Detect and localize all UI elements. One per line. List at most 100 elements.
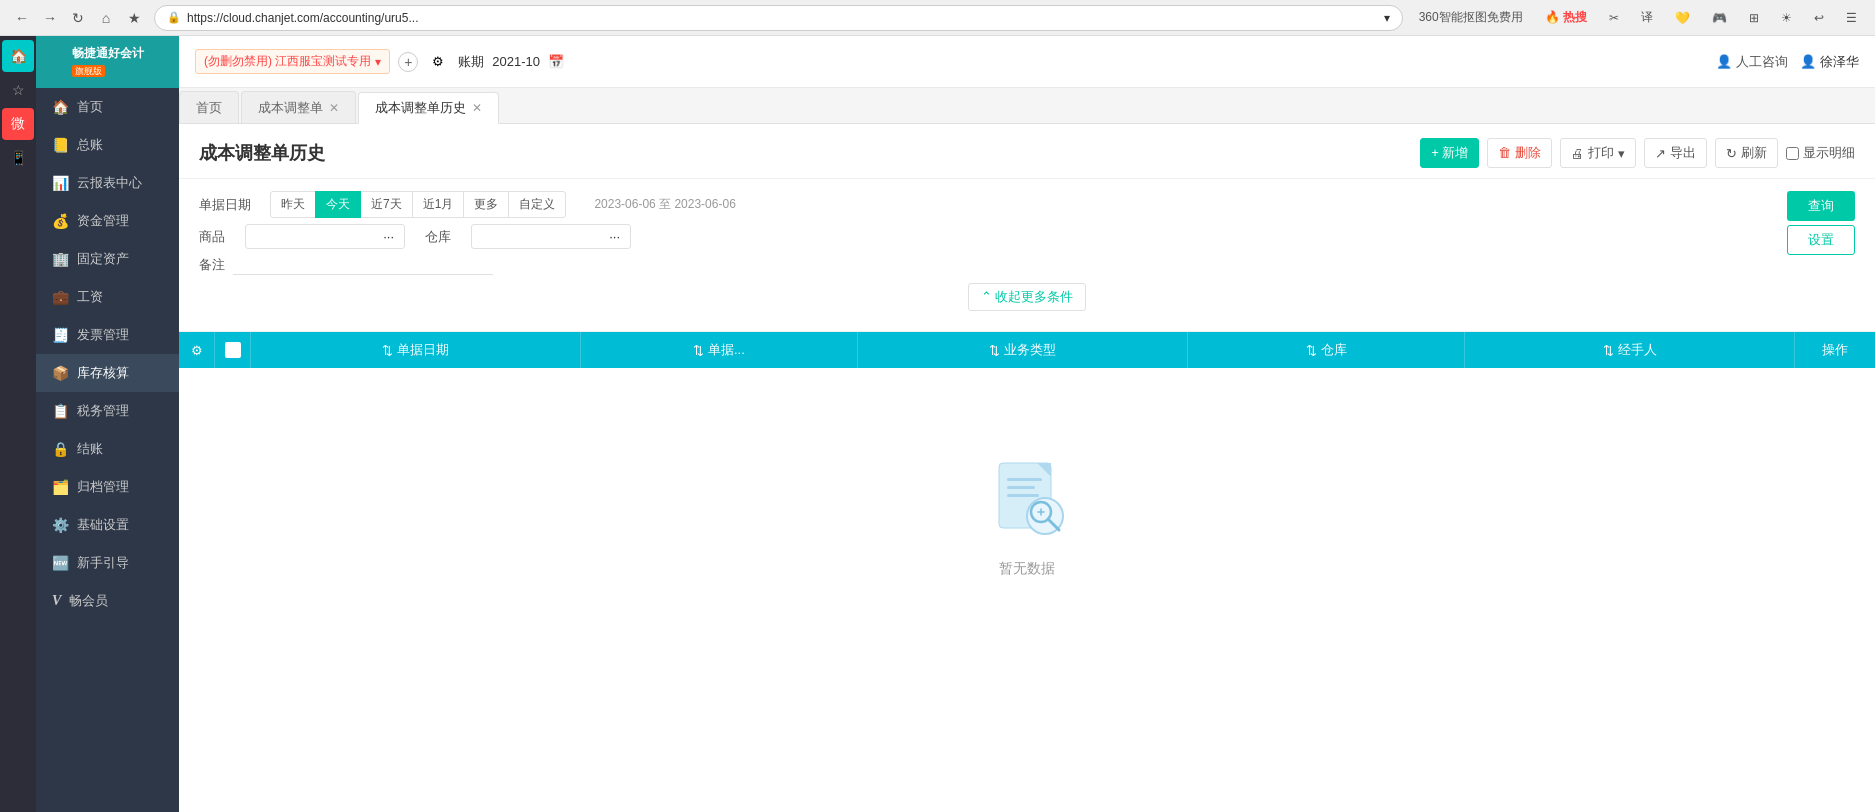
sidebar-item-closing[interactable]: 🔒 结账	[36, 430, 179, 468]
invoice-icon: 🧾	[52, 327, 69, 343]
th-no[interactable]: ⇅ 单据...	[581, 332, 859, 368]
sidebar-item-fixed-assets[interactable]: 🏢 固定资产	[36, 240, 179, 278]
gear-column-icon: ⚙	[191, 343, 203, 358]
iconbar-star[interactable]: ☆	[2, 74, 34, 106]
export-button[interactable]: ↗ 导出	[1644, 138, 1707, 168]
sidebar-label-fixed-assets: 固定资产	[77, 250, 129, 268]
th-gear[interactable]: ⚙	[179, 332, 215, 368]
page-title: 成本调整单历史	[199, 141, 325, 165]
sidebar-item-funds[interactable]: 💰 资金管理	[36, 202, 179, 240]
tax-icon: 📋	[52, 403, 69, 419]
sidebar-item-vip[interactable]: V 畅会员	[36, 582, 179, 620]
show-cols-checkbox-label[interactable]: 显示明细	[1786, 144, 1855, 162]
forward-button[interactable]: →	[38, 6, 62, 30]
print-label: 打印	[1588, 144, 1614, 162]
sort-operator-icon: ⇅	[1603, 343, 1614, 358]
sidebar-item-salary[interactable]: 💼 工资	[36, 278, 179, 316]
goods-dropdown[interactable]: ···	[245, 224, 405, 249]
sidebar-label-ledger: 总账	[77, 136, 103, 154]
company-selector[interactable]: (勿删勿禁用) 江西服宝测试专用 ▾	[195, 49, 390, 74]
tab-home[interactable]: 首页	[179, 91, 239, 123]
sidebar-item-reports[interactable]: 📊 云报表中心	[36, 164, 179, 202]
delete-button[interactable]: 🗑 删除	[1487, 138, 1552, 168]
th-operator-label: 经手人	[1618, 341, 1657, 359]
note-input[interactable]	[233, 255, 493, 275]
th-operator[interactable]: ⇅ 经手人	[1465, 332, 1795, 368]
tab-cost-adjust-close[interactable]: ✕	[329, 101, 339, 115]
filter-action-btns: 查询 设置	[1787, 191, 1855, 255]
sidebar-label-salary: 工资	[77, 288, 103, 306]
top-bar: (勿删勿禁用) 江西服宝测试专用 ▾ + ⚙ 账期 2021-10 📅 👤 人工…	[179, 36, 1875, 88]
scissors-tool[interactable]: ✂	[1601, 9, 1627, 27]
date-btn-yesterday[interactable]: 昨天	[270, 191, 316, 218]
header-checkbox[interactable]	[225, 342, 241, 358]
tab-home-label: 首页	[196, 99, 222, 117]
theme-tool[interactable]: ☀	[1773, 9, 1800, 27]
translate-tool[interactable]: 译	[1633, 7, 1661, 28]
collapse-button[interactable]: ⌃ 收起更多条件	[968, 283, 1087, 311]
icon-bar: 🏠 ☆ 微 📱	[0, 36, 36, 812]
vip-icon: V	[52, 593, 61, 609]
history-tool[interactable]: ↩	[1806, 9, 1832, 27]
date-btn-custom[interactable]: 自定义	[508, 191, 566, 218]
customer-service-button[interactable]: 👤 人工咨询	[1716, 53, 1788, 71]
apps-tool[interactable]: ⊞	[1741, 9, 1767, 27]
sidebar-item-invoice[interactable]: 🧾 发票管理	[36, 316, 179, 354]
query-button[interactable]: 查询	[1787, 191, 1855, 221]
browser-tools: 360智能抠图免费用 🔥 热搜 ✂ 译 💛 🎮 ⊞ ☀ ↩ ☰	[1411, 7, 1865, 28]
salary-icon: 💼	[52, 289, 69, 305]
date-btn-today[interactable]: 今天	[315, 191, 361, 218]
svg-rect-1	[1007, 478, 1042, 481]
th-checkbox[interactable]	[215, 332, 251, 368]
date-btn-7days[interactable]: 近7天	[360, 191, 413, 218]
print-button[interactable]: 🖨 打印 ▾	[1560, 138, 1636, 168]
fixed-assets-icon: 🏢	[52, 251, 69, 267]
sidebar-item-archive[interactable]: 🗂️ 归档管理	[36, 468, 179, 506]
th-date[interactable]: ⇅ 单据日期	[251, 332, 581, 368]
search-tool[interactable]: 360智能抠图免费用	[1411, 7, 1531, 28]
iconbar-home[interactable]: 🏠	[2, 40, 34, 72]
sort-no-icon: ⇅	[693, 343, 704, 358]
warehouse-dropdown[interactable]: ···	[471, 224, 631, 249]
user-info[interactable]: 👤 徐泽华	[1800, 53, 1859, 71]
date-btn-more[interactable]: 更多	[463, 191, 509, 218]
th-warehouse[interactable]: ⇅ 仓库	[1188, 332, 1466, 368]
back-button[interactable]: ←	[10, 6, 34, 30]
tab-cost-adjust[interactable]: 成本调整单 ✕	[241, 91, 356, 123]
settings-gear-icon[interactable]: ⚙	[426, 50, 450, 74]
address-bar[interactable]: 🔒 https://cloud.chanjet.com/accounting/u…	[154, 5, 1403, 31]
sidebar-logo: 畅捷通好会计 旗舰版	[36, 36, 179, 88]
date-btn-1month[interactable]: 近1月	[412, 191, 465, 218]
iconbar-app[interactable]: 📱	[2, 142, 34, 174]
tab-cost-adjust-history[interactable]: 成本调整单历史 ✕	[358, 92, 499, 124]
sidebar-label-reports: 云报表中心	[77, 174, 142, 192]
show-cols-checkbox[interactable]	[1786, 147, 1799, 160]
table-container: ⚙ ⇅ 单据日期 ⇅ 单据... ⇅ 业务类型	[179, 332, 1875, 658]
filter-settings-button[interactable]: 设置	[1787, 225, 1855, 255]
sidebar-item-inventory[interactable]: 📦 库存核算	[36, 354, 179, 392]
tab-cost-adjust-history-close[interactable]: ✕	[472, 101, 482, 115]
home-button[interactable]: ⌂	[94, 6, 118, 30]
calendar-icon[interactable]: 📅	[548, 54, 564, 69]
menu-tool[interactable]: ☰	[1838, 9, 1865, 27]
filter-main-row: 单据日期 昨天 今天 近7天 近1月 更多 自定义 2023-06-06 至 2…	[199, 191, 1855, 275]
iconbar-social[interactable]: 微	[2, 108, 34, 140]
refresh-button[interactable]: ↻ 刷新	[1715, 138, 1778, 168]
url-text: https://cloud.chanjet.com/accounting/uru…	[187, 11, 1378, 25]
filter-date-row: 单据日期 昨天 今天 近7天 近1月 更多 自定义 2023-06-06 至 2…	[199, 191, 1771, 218]
bookmark-button[interactable]: ★	[122, 6, 146, 30]
sidebar-label-inventory: 库存核算	[77, 364, 129, 382]
sidebar-item-settings[interactable]: ⚙️ 基础设置	[36, 506, 179, 544]
sidebar-item-ledger[interactable]: 📒 总账	[36, 126, 179, 164]
sidebar-label-closing: 结账	[77, 440, 103, 458]
add-button[interactable]: + 新增	[1420, 138, 1479, 168]
th-type[interactable]: ⇅ 业务类型	[858, 332, 1188, 368]
reports-icon: 📊	[52, 175, 69, 191]
sidebar-item-guide[interactable]: 🆕 新手引导	[36, 544, 179, 582]
sidebar-item-tax[interactable]: 📋 税务管理	[36, 392, 179, 430]
refresh-button[interactable]: ↻	[66, 6, 90, 30]
game-tool[interactable]: 🎮	[1704, 9, 1735, 27]
add-tab-button[interactable]: +	[398, 52, 418, 72]
sidebar-item-home[interactable]: 🏠 首页	[36, 88, 179, 126]
wallet-tool[interactable]: 💛	[1667, 9, 1698, 27]
